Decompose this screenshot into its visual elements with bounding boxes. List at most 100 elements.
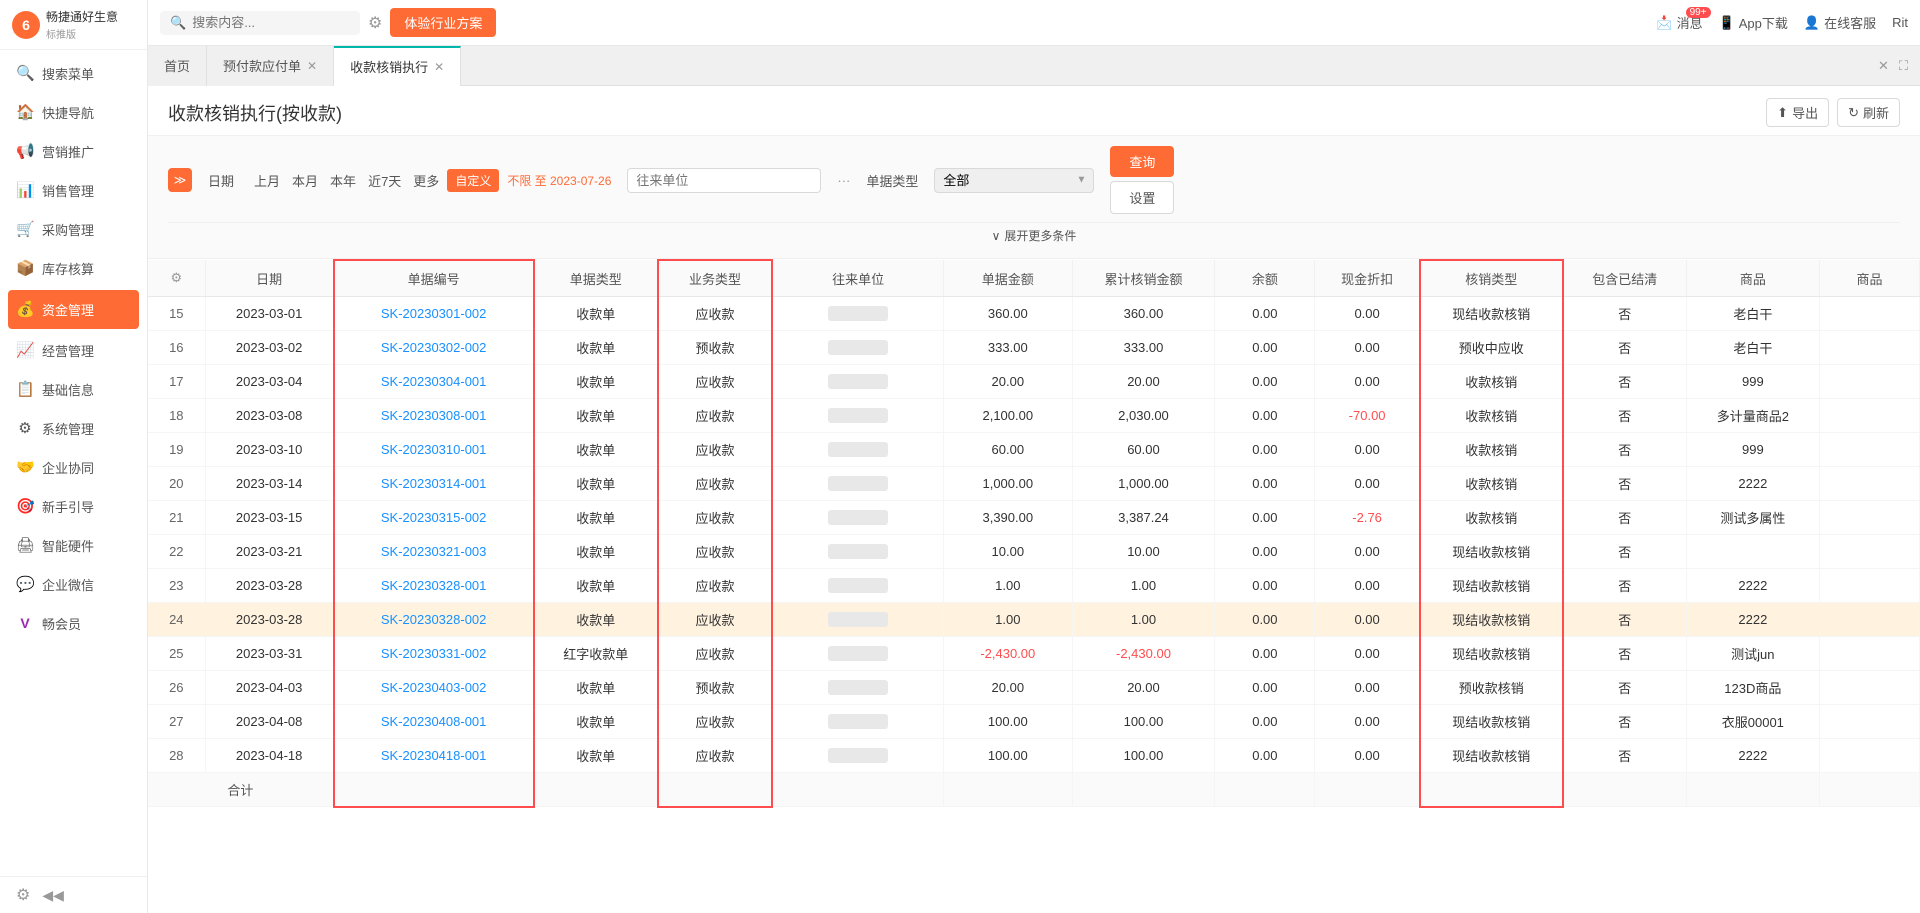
date-btn-this-month[interactable]: 本月 [288,169,322,192]
tab-fullscreen-icon[interactable]: ⛶ [1899,58,1908,74]
sidebar-collapse-icon[interactable]: ◀◀ [42,887,64,904]
doc-link[interactable]: SK-20230418-001 [381,748,487,763]
filter-expand-button[interactable]: ≫ [168,168,192,192]
topbar-search-input[interactable] [192,15,332,30]
doc-link[interactable]: SK-20230304-001 [381,374,487,389]
doc-link[interactable]: SK-20230302-002 [381,340,487,355]
tab-writeoff-close[interactable]: ✕ [434,60,444,74]
footer-biztype [658,773,772,807]
cell-goods1: 衣服00001 [1686,705,1819,739]
query-button[interactable]: 查询 [1110,146,1174,177]
cell-balance: 0.00 [1215,637,1315,671]
th-goods2[interactable]: 商品 [1819,260,1919,297]
th-cumamt[interactable]: 累计核销金额 [1072,260,1215,297]
sidebar-settings-icon[interactable]: ⚙ [16,885,30,905]
footer-partner [772,773,943,807]
app-download-button[interactable]: 📱 App下载 [1719,13,1788,32]
sidebar-item-collab[interactable]: 🤝 企业协同 [0,448,147,487]
sidebar-item-ops[interactable]: 📈 经营管理 [0,331,147,370]
member-icon: V [16,615,34,631]
tab-writeoff[interactable]: 收款核销执行 ✕ [334,46,461,86]
tab-prepay-close[interactable]: ✕ [307,59,317,73]
sidebar-item-finance[interactable]: 💰 资金管理 [8,290,139,329]
sidebar-item-hardware[interactable]: 🖨 智能硬件 [0,526,147,565]
topbar-gear-icon[interactable]: ⚙ [368,13,382,33]
date-btn-custom[interactable]: 自定义 [447,169,499,192]
th-amount[interactable]: 单据金额 [944,260,1073,297]
inventory-icon: 📦 [16,259,34,277]
th-biztype[interactable]: 业务类型 [658,260,772,297]
doc-link[interactable]: SK-20230301-002 [381,306,487,321]
refresh-button[interactable]: ↻ 刷新 [1837,98,1900,127]
th-date[interactable]: 日期 [205,260,334,297]
cell-incl: 否 [1563,603,1687,637]
export-label: 导出 [1792,103,1818,122]
doc-link[interactable]: SK-20230310-001 [381,442,487,457]
export-button[interactable]: ⬆ 导出 [1766,98,1829,127]
th-doctype[interactable]: 单据类型 [534,260,658,297]
table-gear-icon[interactable]: ⚙ [170,270,182,285]
doc-link[interactable]: SK-20230308-001 [381,408,487,423]
expand-more-btn[interactable]: ∨ 展开更多条件 [168,222,1900,248]
date-btn-7days[interactable]: 近7天 [364,169,405,192]
message-button[interactable]: 📩 消息 99+ [1656,13,1702,32]
cell-incl: 否 [1563,671,1687,705]
app-version: 标推版 [46,26,118,41]
sidebar-item-member[interactable]: V 畅会员 [0,604,147,643]
sidebar-item-nav[interactable]: 🏠 快捷导航 [0,93,147,132]
sidebar-item-wechat[interactable]: 💬 企业微信 [0,565,147,604]
cell-goods2 [1819,365,1919,399]
doctype-select[interactable]: 全部 [934,168,1094,193]
cell-balance: 0.00 [1215,705,1315,739]
doc-link[interactable]: SK-20230321-003 [381,544,487,559]
sidebar-item-sales[interactable]: 📊 销售管理 [0,171,147,210]
sidebar-item-search[interactable]: 🔍 搜索菜单 [0,54,147,93]
sidebar-item-label: 采购管理 [42,220,94,239]
doc-link[interactable]: SK-20230403-002 [381,680,487,695]
partner-input[interactable] [627,168,821,193]
th-discount[interactable]: 现金折扣 [1315,260,1420,297]
th-balance[interactable]: 余额 [1215,260,1315,297]
th-partner[interactable]: 往来单位 [772,260,943,297]
filter-settings-button[interactable]: 设置 [1110,181,1174,214]
trial-button[interactable]: 体验行业方案 [390,8,496,37]
date-btn-this-year[interactable]: 本年 [326,169,360,192]
date-btn-more[interactable]: 更多 [409,169,443,192]
sidebar-item-system[interactable]: ⚙ 系统管理 [0,409,147,448]
cell-incl: 否 [1563,501,1687,535]
doctype-select-wrap: 全部 [934,168,1094,193]
sidebar-item-guide[interactable]: 🎯 新手引导 [0,487,147,526]
th-docno[interactable]: 单据编号 [334,260,534,297]
cell-date: 2023-03-01 [205,297,334,331]
th-goods1[interactable]: 商品 [1686,260,1819,297]
service-icon: 👤 [1804,15,1820,31]
cell-partner [772,637,943,671]
cell-goods2 [1819,433,1919,467]
tab-prepay[interactable]: 预付款应付单 ✕ [207,46,334,86]
cell-writetype: 现结收款核销 [1420,569,1563,603]
cell-cumamt: 1.00 [1072,569,1215,603]
doc-link[interactable]: SK-20230314-001 [381,476,487,491]
doc-link[interactable]: SK-20230331-002 [381,646,487,661]
doc-link[interactable]: SK-20230315-002 [381,510,487,525]
doc-link[interactable]: SK-20230408-001 [381,714,487,729]
date-btn-last-month[interactable]: 上月 [250,169,284,192]
tab-close-icon[interactable]: ✕ [1878,58,1889,74]
tab-home[interactable]: 首页 [148,46,207,86]
doc-link[interactable]: SK-20230328-001 [381,578,487,593]
th-writetype[interactable]: 核销类型 [1420,260,1563,297]
content-area: 收款核销执行(按收款) ⬆ 导出 ↻ 刷新 ≫ 日期 上月 本月 [148,86,1920,913]
sidebar-item-marketing[interactable]: 📢 营销推广 [0,132,147,171]
table-row: 16 2023-03-02 SK-20230302-002 收款单 预收款 33… [148,331,1920,365]
sidebar-item-basic[interactable]: 📋 基础信息 [0,370,147,409]
service-button[interactable]: 👤 在线客服 [1804,13,1876,32]
th-incl[interactable]: 包含已结清 [1563,260,1687,297]
sidebar-item-purchase[interactable]: 🛒 采购管理 [0,210,147,249]
doc-link[interactable]: SK-20230328-002 [381,612,487,627]
service-label: 在线客服 [1824,13,1876,32]
sidebar-item-inventory[interactable]: 📦 库存核算 [0,249,147,288]
date-quick-buttons: 上月 本月 本年 近7天 更多 自定义 [250,169,499,192]
th-settings[interactable]: ⚙ [148,260,205,297]
cell-goods2 [1819,671,1919,705]
cell-balance: 0.00 [1215,399,1315,433]
